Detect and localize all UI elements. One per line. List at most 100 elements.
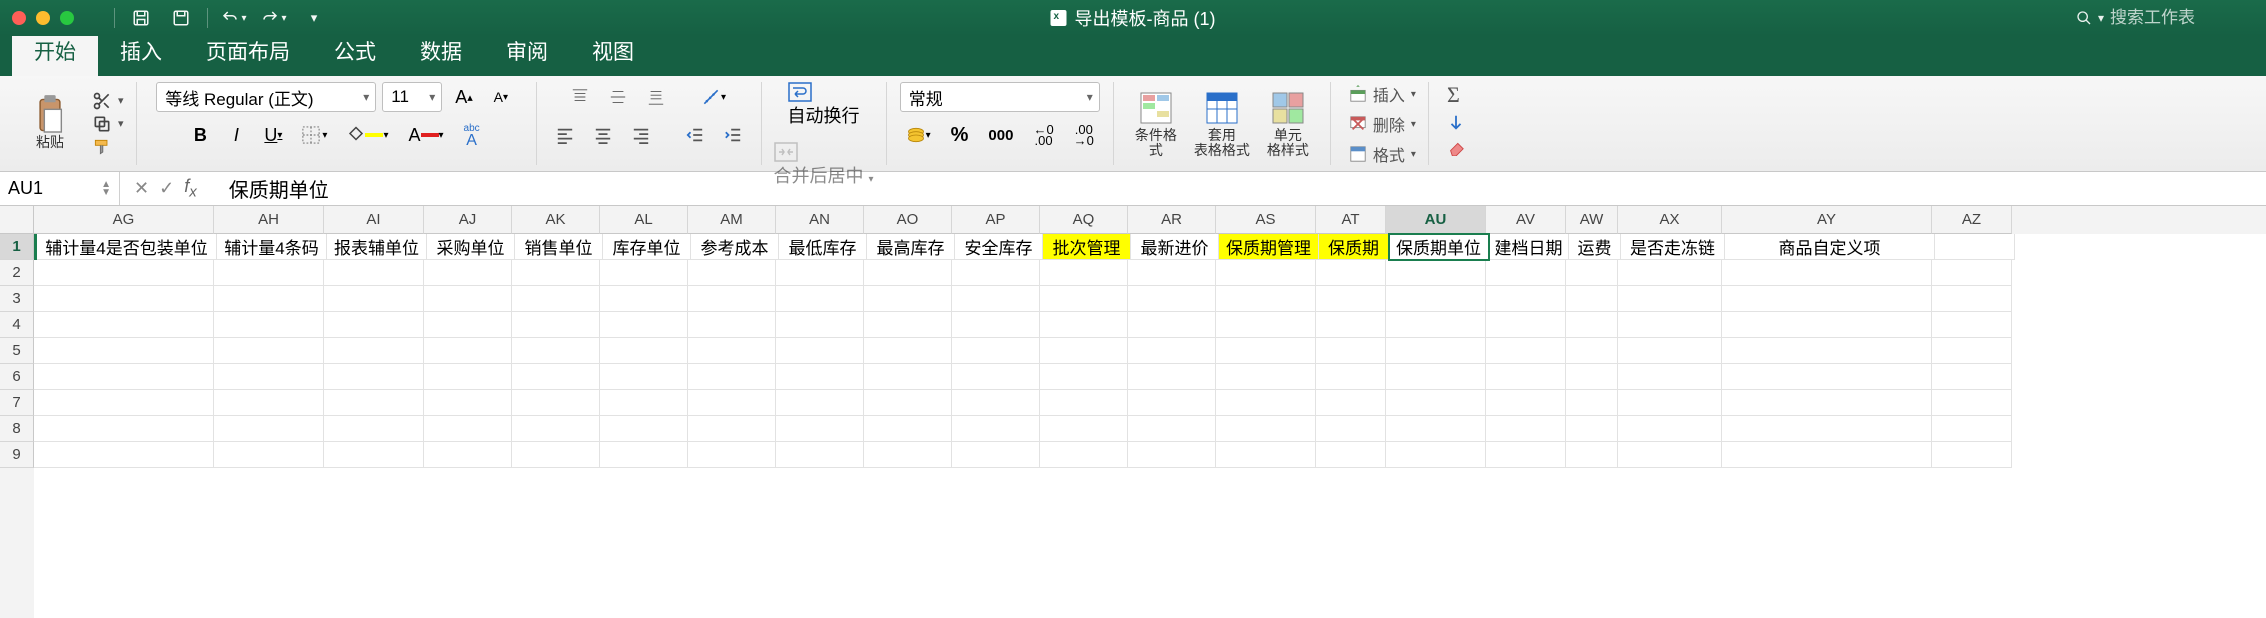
row-header-6[interactable]: 6: [0, 364, 34, 390]
cell-AG6[interactable]: [34, 364, 214, 390]
column-header-AG[interactable]: AG: [34, 206, 214, 234]
cell-AJ3[interactable]: [424, 286, 512, 312]
cell-AS9[interactable]: [1216, 442, 1316, 468]
row-header-8[interactable]: 8: [0, 416, 34, 442]
cell-AH9[interactable]: [214, 442, 324, 468]
column-header-AO[interactable]: AO: [864, 206, 952, 234]
cell-AH8[interactable]: [214, 416, 324, 442]
cell-AO6[interactable]: [864, 364, 952, 390]
percent-button[interactable]: %: [944, 120, 976, 150]
column-header-AW[interactable]: AW: [1566, 206, 1618, 234]
cell-AM9[interactable]: [688, 442, 776, 468]
cell-AM7[interactable]: [688, 390, 776, 416]
close-window-button[interactable]: [12, 11, 26, 25]
column-header-AL[interactable]: AL: [600, 206, 688, 234]
cell-AI9[interactable]: [324, 442, 424, 468]
column-header-AN[interactable]: AN: [776, 206, 864, 234]
cell-AJ5[interactable]: [424, 338, 512, 364]
cell-AO8[interactable]: [864, 416, 952, 442]
cell-AX5[interactable]: [1618, 338, 1722, 364]
cell-AI5[interactable]: [324, 338, 424, 364]
maximize-window-button[interactable]: [60, 11, 74, 25]
select-all-corner[interactable]: [0, 206, 34, 234]
cell-AW4[interactable]: [1566, 312, 1618, 338]
cell-AW3[interactable]: [1566, 286, 1618, 312]
cell-AS5[interactable]: [1216, 338, 1316, 364]
cell-AQ6[interactable]: [1040, 364, 1128, 390]
cell-AL8[interactable]: [600, 416, 688, 442]
cell-AS6[interactable]: [1216, 364, 1316, 390]
conditional-formatting-button[interactable]: 条件格式: [1126, 88, 1186, 160]
column-header-AP[interactable]: AP: [952, 206, 1040, 234]
cell-AN4[interactable]: [776, 312, 864, 338]
cell-AM4[interactable]: [688, 312, 776, 338]
cell-AM8[interactable]: [688, 416, 776, 442]
cell-AZ6[interactable]: [1932, 364, 2012, 390]
cell-AN8[interactable]: [776, 416, 864, 442]
cell-AM2[interactable]: [688, 260, 776, 286]
cell-AO2[interactable]: [864, 260, 952, 286]
cell-AN7[interactable]: [776, 390, 864, 416]
cell-AL1[interactable]: 库存单位: [603, 234, 691, 260]
cell-AL7[interactable]: [600, 390, 688, 416]
cell-AG5[interactable]: [34, 338, 214, 364]
cell-AR9[interactable]: [1128, 442, 1216, 468]
number-format-select[interactable]: 常规: [900, 82, 1100, 112]
cell-AK9[interactable]: [512, 442, 600, 468]
cell-AR5[interactable]: [1128, 338, 1216, 364]
column-header-AR[interactable]: AR: [1128, 206, 1216, 234]
search-box[interactable]: ▾: [2076, 8, 2250, 28]
cell-AZ3[interactable]: [1932, 286, 2012, 312]
cell-AM6[interactable]: [688, 364, 776, 390]
cell-AU9[interactable]: [1386, 442, 1486, 468]
cell-AI4[interactable]: [324, 312, 424, 338]
cell-AW1[interactable]: 运费: [1569, 234, 1621, 260]
cell-AZ5[interactable]: [1932, 338, 2012, 364]
cell-AJ4[interactable]: [424, 312, 512, 338]
insert-cells-button[interactable]: 插入▾: [1349, 82, 1416, 106]
cell-AU5[interactable]: [1386, 338, 1486, 364]
row-header-7[interactable]: 7: [0, 390, 34, 416]
cell-AV7[interactable]: [1486, 390, 1566, 416]
column-header-AY[interactable]: AY: [1722, 206, 1932, 234]
cell-AP6[interactable]: [952, 364, 1040, 390]
cell-AS3[interactable]: [1216, 286, 1316, 312]
increase-decimal-button[interactable]: ←0.00: [1026, 120, 1060, 150]
cell-AT6[interactable]: [1316, 364, 1386, 390]
redo-icon[interactable]: ▾: [260, 7, 288, 29]
cell-AJ8[interactable]: [424, 416, 512, 442]
cell-AX1[interactable]: 是否走冻链: [1621, 234, 1725, 260]
cell-AG2[interactable]: [34, 260, 214, 286]
cell-AU3[interactable]: [1386, 286, 1486, 312]
cell-AL4[interactable]: [600, 312, 688, 338]
cell-AT8[interactable]: [1316, 416, 1386, 442]
delete-cells-button[interactable]: 删除▾: [1349, 112, 1416, 136]
cell-AP1[interactable]: 安全库存: [955, 234, 1043, 260]
cell-AH5[interactable]: [214, 338, 324, 364]
cell-AV3[interactable]: [1486, 286, 1566, 312]
column-header-AH[interactable]: AH: [214, 206, 324, 234]
decrease-font-button[interactable]: A▾: [486, 82, 516, 112]
cell-AP9[interactable]: [952, 442, 1040, 468]
cell-AY6[interactable]: [1722, 364, 1932, 390]
decrease-indent-button[interactable]: [679, 120, 711, 150]
align-top-button[interactable]: [564, 82, 596, 112]
cell-AQ7[interactable]: [1040, 390, 1128, 416]
cell-AH2[interactable]: [214, 260, 324, 286]
cell-AO3[interactable]: [864, 286, 952, 312]
underline-button[interactable]: U ▾: [257, 120, 289, 150]
cell-AP8[interactable]: [952, 416, 1040, 442]
cell-AU4[interactable]: [1386, 312, 1486, 338]
cell-AW6[interactable]: [1566, 364, 1618, 390]
cell-AX8[interactable]: [1618, 416, 1722, 442]
cell-AU2[interactable]: [1386, 260, 1486, 286]
italic-button[interactable]: I: [221, 120, 251, 150]
column-header-AS[interactable]: AS: [1216, 206, 1316, 234]
column-header-AX[interactable]: AX: [1618, 206, 1722, 234]
cell-AO9[interactable]: [864, 442, 952, 468]
cell-AN1[interactable]: 最低库存: [779, 234, 867, 260]
column-header-AZ[interactable]: AZ: [1932, 206, 2012, 234]
cell-AH4[interactable]: [214, 312, 324, 338]
cell-AY9[interactable]: [1722, 442, 1932, 468]
comma-button[interactable]: 000: [981, 120, 1020, 150]
